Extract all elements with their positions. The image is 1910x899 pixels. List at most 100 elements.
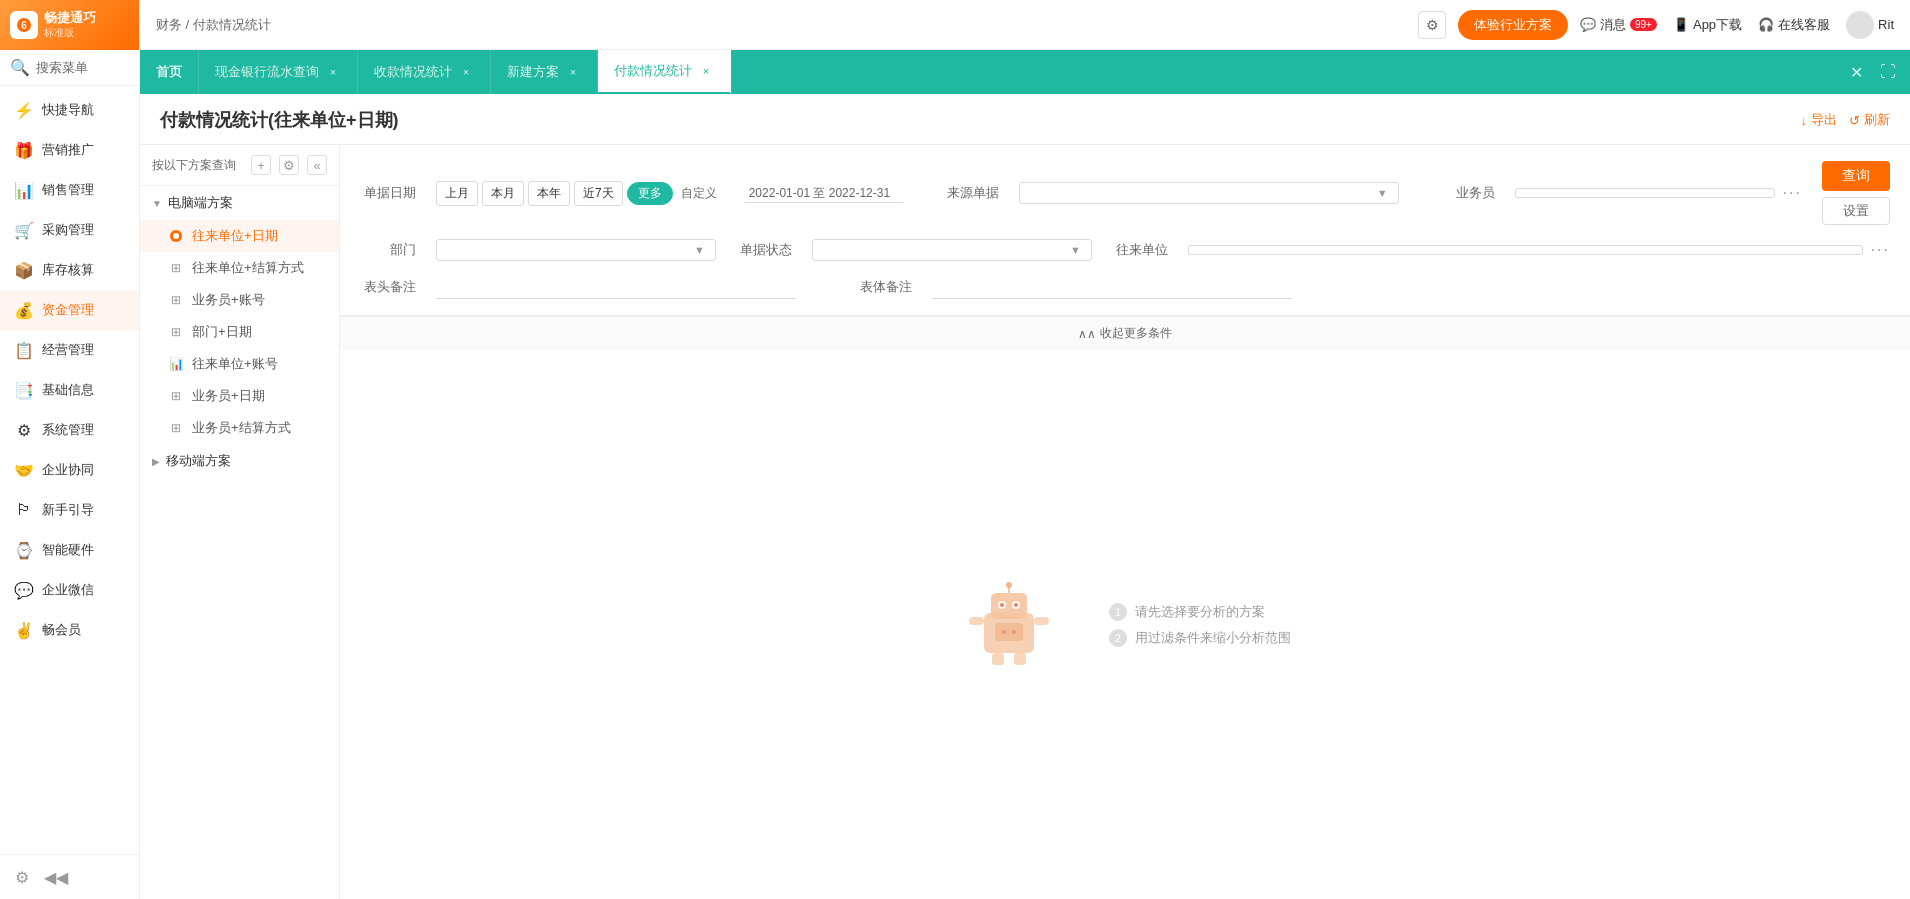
svg-point-9 (1014, 603, 1018, 607)
filter-area: 单据日期 上月 本月 本年 近7天 更多 自定义 (340, 145, 1910, 316)
tab-bank-close-icon[interactable]: × (325, 64, 341, 80)
header-note-input[interactable] (436, 275, 796, 299)
sidebar-item-basic[interactable]: 📑 基础信息 (0, 370, 139, 410)
scheme-table-icon3: ⊞ (168, 324, 184, 340)
sidebar-item-operations[interactable]: 📋 经营管理 (0, 330, 139, 370)
trial-button[interactable]: 体验行业方案 (1458, 10, 1568, 40)
export-button[interactable]: ↓ 导出 (1801, 111, 1838, 129)
tab-receipt[interactable]: 收款情况统计 × (358, 50, 491, 94)
scheme-item-staff-date[interactable]: ⊞ 业务员+日期 (140, 380, 339, 412)
date-label: 单据日期 (360, 184, 416, 202)
source-select[interactable]: ▼ (1019, 182, 1399, 204)
scheme-table-icon: ⊞ (168, 260, 184, 276)
tab-new-scheme[interactable]: 新建方案 × (491, 50, 598, 94)
scheme-item-unit-account[interactable]: 📊 往来单位+账号 (140, 348, 339, 380)
body-note-input[interactable] (932, 275, 1292, 299)
schemes-panel: 按以下方案查询 + ⚙ « ▼ 电脑端方案 (140, 145, 340, 899)
staff-dots[interactable]: ··· (1783, 184, 1802, 202)
sidebar-item-inventory[interactable]: 📦 库存核算 (0, 250, 139, 290)
tab-bank[interactable]: 现金银行流水查询 × (199, 50, 358, 94)
sidebar-item-label: 经营管理 (42, 341, 94, 359)
sidebar-item-membership[interactable]: ✌ 畅会员 (0, 610, 139, 650)
sidebar-item-capital[interactable]: 💰 资金管理 (0, 290, 139, 330)
doc-status-select[interactable]: ▼ (812, 239, 1092, 261)
date-custom-label: 自定义 (681, 185, 717, 202)
staff-select[interactable] (1515, 188, 1775, 198)
date-btn-this-year[interactable]: 本年 (528, 181, 570, 206)
sidebar-item-label: 系统管理 (42, 421, 94, 439)
tab-payment[interactable]: 付款情况统计 × (598, 50, 731, 94)
date-btn-this-month[interactable]: 本月 (482, 181, 524, 206)
collapse-button[interactable]: ∧∧ 收起更多条件 (1078, 325, 1172, 342)
schemes-add-icon[interactable]: + (251, 155, 271, 175)
scheme-item-unit-settle[interactable]: ⊞ 往来单位+结算方式 (140, 252, 339, 284)
tab-home-label: 首页 (156, 63, 182, 81)
sidebar-item-system[interactable]: ⚙ 系统管理 (0, 410, 139, 450)
tab-close-all-icon[interactable]: ✕ (1844, 60, 1868, 84)
page-header: 付款情况统计(往来单位+日期) ↓ 导出 ↺ 刷新 (140, 94, 1910, 145)
date-btn-last-month[interactable]: 上月 (436, 181, 478, 206)
mobile-section-header[interactable]: ▶ 移动端方案 (140, 444, 339, 478)
sidebar-item-wechat[interactable]: 💬 企业微信 (0, 570, 139, 610)
date-range-input[interactable] (745, 184, 903, 203)
unit-dots[interactable]: ··· (1871, 241, 1890, 259)
dept-select[interactable]: ▼ (436, 239, 716, 261)
refresh-button[interactable]: ↺ 刷新 (1849, 111, 1890, 129)
online-service-item[interactable]: 🎧 在线客服 (1758, 16, 1830, 34)
empty-hint-2: 2 用过滤条件来缩小分析范围 (1109, 629, 1291, 647)
collapse-up-icon: ∧∧ (1078, 327, 1096, 341)
sidebar-item-label: 快捷导航 (42, 101, 94, 119)
app-download-item[interactable]: 📱 App下载 (1673, 16, 1742, 34)
scheme-item-dept-date[interactable]: ⊞ 部门+日期 (140, 316, 339, 348)
scheme-item-staff-account[interactable]: ⊞ 业务员+账号 (140, 284, 339, 316)
sidebar-item-guide[interactable]: 🏳 新手引导 (0, 490, 139, 530)
sidebar-collapse-icon[interactable]: ◀◀ (44, 865, 68, 889)
page-title: 付款情况统计(往来单位+日期) (160, 108, 399, 144)
app-download-label: App下载 (1693, 16, 1742, 34)
data-area: 1 请先选择要分析的方案 2 用过滤条件来缩小分析范围 (340, 350, 1910, 899)
schemes-settings-icon[interactable]: ⚙ (279, 155, 299, 175)
tab-new-scheme-close-icon[interactable]: × (565, 64, 581, 80)
sidebar-item-cooperation[interactable]: 🤝 企业协同 (0, 450, 139, 490)
tab-receipt-close-icon[interactable]: × (458, 64, 474, 80)
empty-hints: 1 请先选择要分析的方案 2 用过滤条件来缩小分析范围 (1109, 603, 1291, 647)
svg-point-17 (1002, 630, 1006, 634)
sidebar-header: 6 畅捷通巧 标准版 (0, 0, 139, 50)
sidebar-item-hardware[interactable]: ⌚ 智能硬件 (0, 530, 139, 570)
date-btn-7days[interactable]: 近7天 (574, 181, 623, 206)
scheme-item-unit-date[interactable]: 往来单位+日期 (140, 220, 339, 252)
query-button[interactable]: 查询 (1822, 161, 1890, 191)
date-btn-more[interactable]: 更多 (627, 182, 673, 205)
sidebar-item-shortcut[interactable]: ⚡ 快捷导航 (0, 90, 139, 130)
filter-row-3: 表头备注 表体备注 (360, 275, 1890, 299)
sidebar-item-sales[interactable]: 📊 销售管理 (0, 170, 139, 210)
sidebar-item-label: 库存核算 (42, 261, 94, 279)
filter-settings-button[interactable]: 设置 (1822, 197, 1890, 225)
tab-payment-close-icon[interactable]: × (698, 63, 714, 79)
sidebar-item-marketing[interactable]: 🎁 营销推广 (0, 130, 139, 170)
topbar-settings-icon[interactable]: ⚙ (1418, 11, 1446, 39)
desktop-section-header[interactable]: ▼ 电脑端方案 (140, 186, 339, 220)
scheme-item-staff-settle[interactable]: ⊞ 业务员+结算方式 (140, 412, 339, 444)
user-avatar-item[interactable]: Rit (1846, 11, 1894, 39)
footer-settings-icon[interactable]: ⚙ (10, 865, 34, 889)
unit-select[interactable] (1188, 245, 1863, 255)
tab-expand-icon[interactable]: ⛶ (1876, 60, 1900, 84)
scheme-item-label: 部门+日期 (192, 323, 252, 341)
hint-text-2: 用过滤条件来缩小分析范围 (1135, 629, 1291, 647)
message-icon: 💬 (1580, 17, 1596, 32)
schemes-collapse-icon[interactable]: « (307, 155, 327, 175)
scheme-item-label: 往来单位+日期 (192, 227, 278, 245)
message-item[interactable]: 💬 消息 99+ (1580, 16, 1657, 34)
scheme-item-label: 业务员+账号 (192, 291, 265, 309)
desktop-section-label: 电脑端方案 (168, 194, 233, 212)
search-menu-item[interactable]: 🔍 搜索菜单 (0, 50, 139, 86)
source-arrow-icon: ▼ (1377, 187, 1388, 199)
collapse-bar[interactable]: ∧∧ 收起更多条件 (340, 316, 1910, 350)
scheme-table-icon4: ⊞ (168, 388, 184, 404)
sidebar-item-purchase[interactable]: 🛒 采购管理 (0, 210, 139, 250)
filter-data-panel: 单据日期 上月 本月 本年 近7天 更多 自定义 (340, 145, 1910, 899)
tab-home[interactable]: 首页 (140, 50, 199, 94)
hint-text-1: 请先选择要分析的方案 (1135, 603, 1265, 621)
collapse-label: 收起更多条件 (1100, 325, 1172, 342)
